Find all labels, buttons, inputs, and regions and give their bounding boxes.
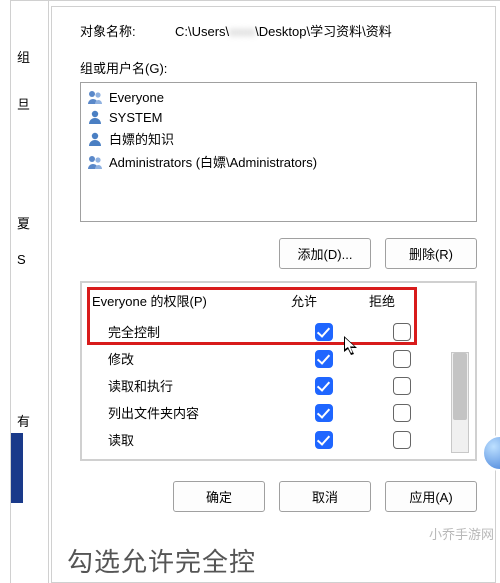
- allow-checkbox[interactable]: [315, 431, 333, 449]
- permission-label: 读取: [108, 430, 285, 449]
- watermark-text: 小乔手游网: [429, 524, 494, 543]
- ok-button[interactable]: 确定: [173, 481, 265, 512]
- user-name-label: Administrators (白嫖\Administrators): [109, 152, 317, 171]
- scrollbar-thumb[interactable]: [453, 353, 467, 420]
- permission-row: 读取和执行: [92, 372, 465, 399]
- permission-row: 修改: [92, 345, 465, 372]
- permission-row: 完全控制: [92, 318, 465, 345]
- security-tab-panel: 对象名称: C:\Users\xxxx\Desktop\学习资料\资料 组或用户…: [51, 6, 496, 583]
- permission-label: 修改: [108, 349, 285, 368]
- object-name-path: C:\Users\xxxx\Desktop\学习资料\资料: [175, 21, 477, 40]
- user-icon: [87, 131, 103, 147]
- deny-checkbox[interactable]: [393, 377, 411, 395]
- apply-button[interactable]: 应用(A): [385, 481, 477, 512]
- permission-row: 列出文件夹内容: [92, 399, 465, 426]
- remove-button[interactable]: 删除(R): [385, 238, 477, 269]
- left-fragment: 旦: [11, 92, 48, 115]
- deny-checkbox[interactable]: [393, 350, 411, 368]
- permissions-scrollbar[interactable]: [451, 352, 469, 453]
- user-list-item[interactable]: 白嫖的知识: [87, 127, 470, 150]
- allow-checkbox[interactable]: [315, 377, 333, 395]
- permission-label: 完全控制: [108, 322, 285, 341]
- truncated-left-panel: 组 旦 夏 S 有: [11, 1, 49, 583]
- user-list-item[interactable]: Administrators (白嫖\Administrators): [87, 150, 470, 173]
- group-icon: [87, 154, 103, 170]
- deny-checkbox[interactable]: [393, 431, 411, 449]
- user-list-item[interactable]: SYSTEM: [87, 107, 470, 127]
- allow-checkbox[interactable]: [315, 323, 333, 341]
- left-fragment: S: [11, 250, 48, 269]
- permissions-panel: Everyone 的权限(P) 允许 拒绝 完全控制修改读取和执行列出文件夹内容…: [80, 281, 477, 461]
- deny-checkbox[interactable]: [393, 323, 411, 341]
- left-fragment: 组: [11, 45, 48, 68]
- deny-column-header: 拒绝: [343, 291, 421, 310]
- deny-checkbox[interactable]: [393, 404, 411, 422]
- left-fragment: 夏: [11, 211, 48, 234]
- permissions-title: Everyone 的权限(P): [92, 291, 265, 310]
- cancel-button[interactable]: 取消: [279, 481, 371, 512]
- group-icon: [87, 89, 103, 105]
- user-name-label: Everyone: [109, 90, 164, 105]
- add-button[interactable]: 添加(D)...: [279, 238, 371, 269]
- user-list-item[interactable]: Everyone: [87, 87, 470, 107]
- user-icon: [87, 109, 103, 125]
- allow-checkbox[interactable]: [315, 350, 333, 368]
- permission-label: 读取和执行: [108, 376, 285, 395]
- user-name-label: 白嫖的知识: [109, 129, 174, 148]
- allow-checkbox[interactable]: [315, 404, 333, 422]
- user-name-label: SYSTEM: [109, 110, 162, 125]
- left-fragment: 有: [11, 409, 48, 432]
- groups-users-label: 组或用户名(G):: [80, 58, 477, 77]
- left-panel-accent: [11, 433, 23, 503]
- permission-label: 列出文件夹内容: [108, 403, 285, 422]
- permission-row: 读取: [92, 426, 465, 453]
- object-name-label: 对象名称:: [80, 21, 175, 40]
- users-listbox[interactable]: Everyone SYSTEM 白嫖的知识 Administrators (白嫖\Ad…: [80, 82, 477, 222]
- instruction-caption: 勾选允许完全控: [67, 542, 256, 579]
- allow-column-header: 允许: [265, 291, 343, 310]
